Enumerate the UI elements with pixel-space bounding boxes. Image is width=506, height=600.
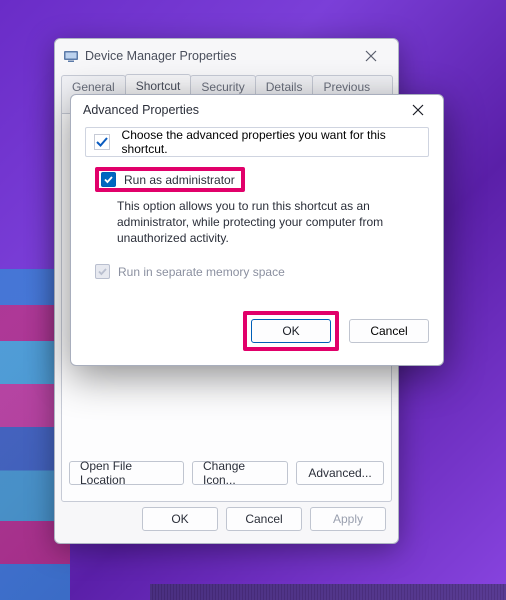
button-label: Cancel xyxy=(370,324,407,338)
close-button[interactable] xyxy=(397,97,439,123)
open-file-location-button[interactable]: Open File Location xyxy=(69,461,184,485)
ok-button[interactable]: OK xyxy=(142,507,218,531)
run-as-admin-highlight: Run as administrator xyxy=(95,167,245,192)
tab-label: Security xyxy=(201,80,244,94)
wallpaper-deco-bottom xyxy=(150,584,506,600)
cancel-button[interactable]: Cancel xyxy=(226,507,302,531)
titlebar[interactable]: Advanced Properties xyxy=(71,95,443,125)
close-button[interactable] xyxy=(350,42,392,70)
run-as-admin-checkbox[interactable] xyxy=(101,172,116,187)
info-text: Choose the advanced properties you want … xyxy=(122,128,428,156)
shield-check-icon xyxy=(92,132,112,152)
dialog-buttons: OK Cancel xyxy=(243,311,429,351)
tab-label: Details xyxy=(266,80,303,94)
change-icon-button[interactable]: Change Icon... xyxy=(192,461,288,485)
button-label: Open File Location xyxy=(80,459,173,487)
window-title: Device Manager Properties xyxy=(85,49,236,63)
button-label: Apply xyxy=(333,512,363,526)
shortcut-action-row: Open File Location Change Icon... Advanc… xyxy=(69,461,384,485)
advanced-button[interactable]: Advanced... xyxy=(296,461,384,485)
button-label: Advanced... xyxy=(308,466,371,480)
run-separate-label: Run in separate memory space xyxy=(118,265,285,279)
advanced-properties-dialog: Advanced Properties Choose the advanced … xyxy=(70,94,444,366)
ok-button[interactable]: OK xyxy=(251,319,331,343)
button-label: OK xyxy=(171,512,188,526)
dialog-confirm-row: OK Cancel Apply xyxy=(142,507,386,531)
button-label: Cancel xyxy=(245,512,282,526)
button-label: Change Icon... xyxy=(203,459,277,487)
apply-button[interactable]: Apply xyxy=(310,507,386,531)
dialog-title: Advanced Properties xyxy=(83,103,199,117)
button-label: OK xyxy=(282,324,299,338)
titlebar[interactable]: Device Manager Properties xyxy=(55,39,398,73)
ok-highlight: OK xyxy=(243,311,339,351)
app-icon xyxy=(63,48,79,64)
run-as-admin-description: This option allows you to run this short… xyxy=(117,198,399,247)
cancel-button[interactable]: Cancel xyxy=(349,319,429,343)
run-as-admin-label: Run as administrator xyxy=(124,173,235,187)
tab-label: General xyxy=(72,80,115,94)
run-separate-checkbox xyxy=(95,264,110,279)
tab-label: Shortcut xyxy=(136,79,181,93)
info-bar: Choose the advanced properties you want … xyxy=(85,127,429,157)
